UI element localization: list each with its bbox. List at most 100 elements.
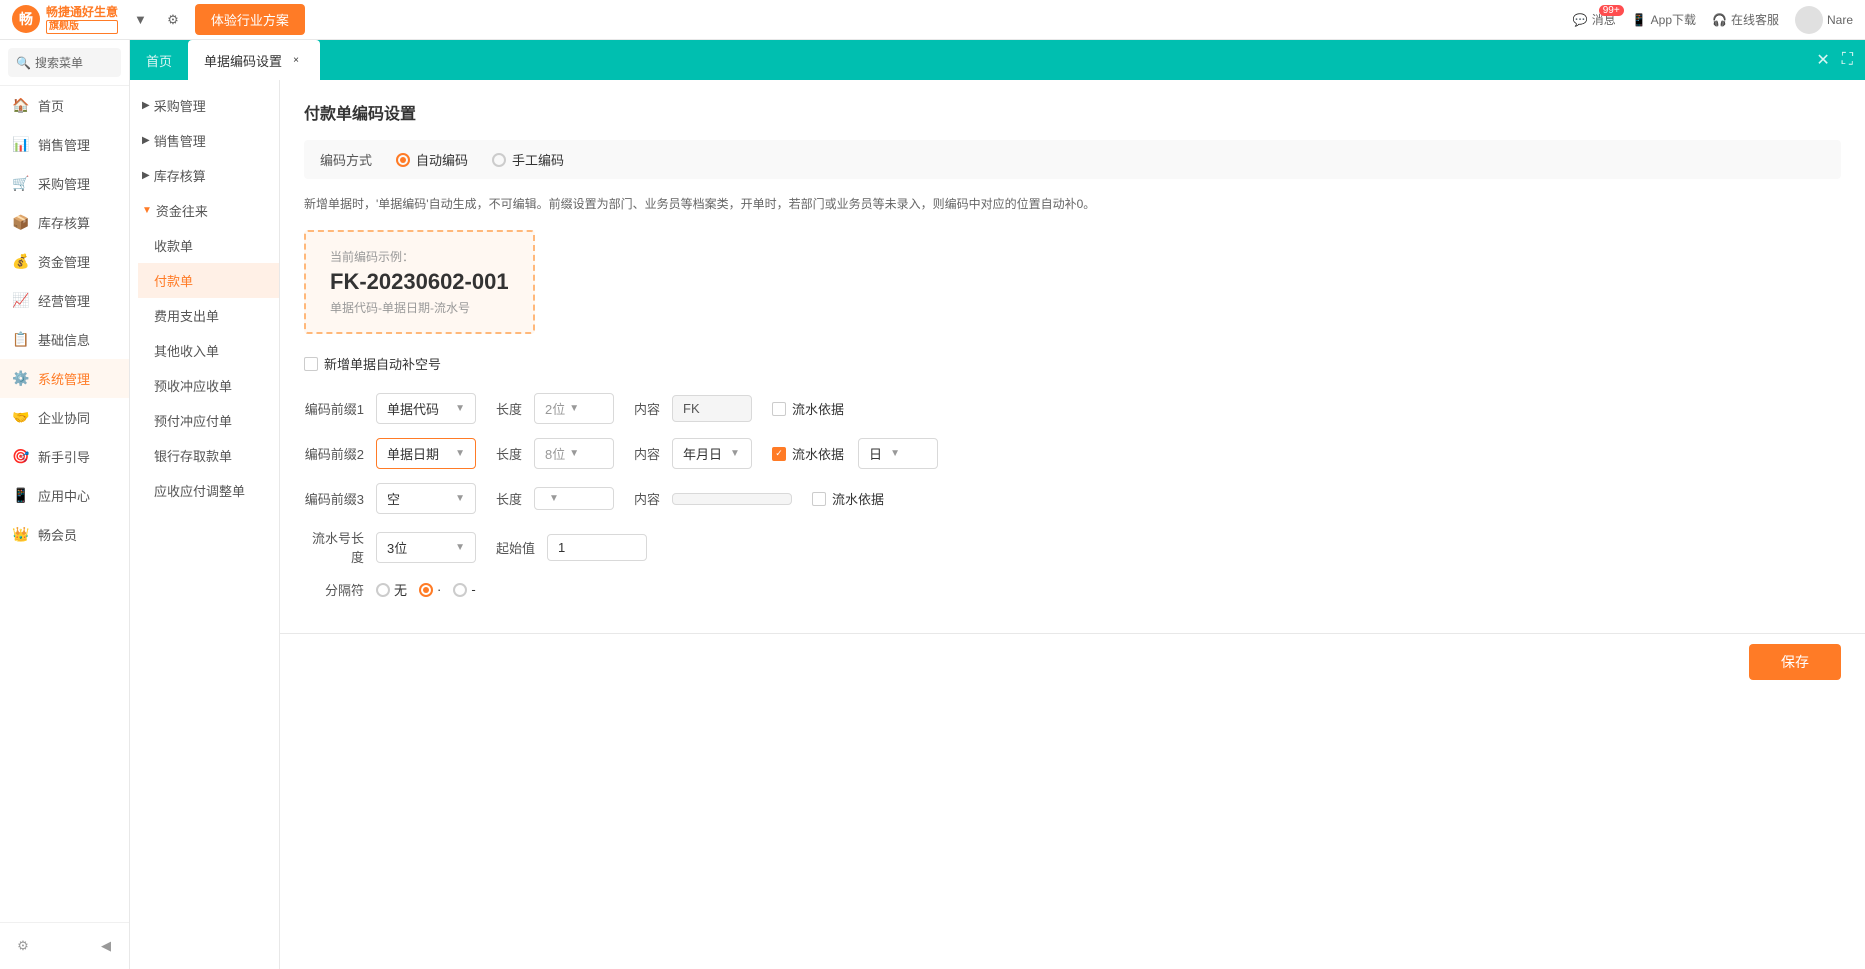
- sep-dot-radio: [419, 583, 433, 597]
- sec-nav-capital[interactable]: ▼ 资金往来: [130, 193, 279, 228]
- auto-code-radio-circle: [396, 153, 410, 167]
- prefix1-length-arrow: ▼: [569, 403, 579, 414]
- sidebar-item-enterprise[interactable]: 🤝 企业协同: [0, 398, 129, 437]
- app-logo: 畅 畅捷通好生意 旗舰版: [12, 5, 118, 33]
- logo-icon: 畅: [12, 5, 40, 33]
- prefix2-content-arrow: ▼: [730, 448, 740, 459]
- sec-nav-bank-deposit[interactable]: 银行存取款单: [138, 438, 279, 473]
- auto-fill-checkbox[interactable]: [304, 357, 318, 371]
- sidebar-item-sales[interactable]: 📊 销售管理: [0, 125, 129, 164]
- sec-nav-ar-ap[interactable]: 应收应付调整单: [138, 473, 279, 508]
- separator-label: 分隔符: [304, 580, 364, 599]
- sidebar-item-operations[interactable]: 📈 经营管理: [0, 281, 129, 320]
- prefix3-select[interactable]: 空 ▼: [376, 483, 476, 514]
- prefix3-stream-checkbox[interactable]: [812, 492, 826, 506]
- sep-dot-option[interactable]: ·: [419, 582, 441, 597]
- sep-none-option[interactable]: 无: [376, 580, 407, 599]
- prefix2-stream-checkbox[interactable]: ✓: [772, 447, 786, 461]
- sidebar-item-label: 库存核算: [38, 213, 90, 232]
- user-avatar: [1795, 6, 1823, 34]
- prefix3-arrow-icon: ▼: [455, 493, 465, 504]
- prefix2-length-arrow: ▼: [569, 448, 579, 459]
- prefix3-length-select[interactable]: ▼: [534, 487, 614, 510]
- guide-icon: 🎯: [12, 448, 30, 466]
- serial-start-value: 1: [558, 540, 565, 555]
- separator-row: 分隔符 无 · -: [304, 580, 1841, 599]
- prefix1-stream-checkbox[interactable]: [772, 402, 786, 416]
- message-item[interactable]: 💬 消息 99+: [1573, 11, 1616, 28]
- sep-none-label: 无: [394, 580, 407, 599]
- sidebar-item-purchase[interactable]: 🛒 采购管理: [0, 164, 129, 203]
- sep-none-radio: [376, 583, 390, 597]
- serial-start-input[interactable]: 1: [547, 534, 647, 561]
- collapse-btn[interactable]: ◀: [91, 931, 121, 961]
- app-download-item[interactable]: 📱 App下载: [1632, 11, 1696, 28]
- apps-icon: 📱: [12, 487, 30, 505]
- sec-nav-capital-children: 收款单 付款单 费用支出单 其他收入单 预收冲应收单 预付冲: [130, 228, 279, 508]
- prefix1-stream-area: 流水依据: [772, 399, 844, 418]
- logo-text: 畅捷通好生意 旗舰版: [46, 5, 118, 33]
- sidebar-item-guide[interactable]: 🎯 新手引导: [0, 437, 129, 476]
- manual-code-label: 手工编码: [512, 150, 564, 169]
- coding-method-row: 编码方式 自动编码 手工编码: [304, 140, 1841, 179]
- sec-nav-payment[interactable]: 付款单: [138, 263, 279, 298]
- search-menu-button[interactable]: 🔍 搜索菜单: [8, 48, 121, 77]
- sec-nav-expense[interactable]: 费用支出单: [138, 298, 279, 333]
- auto-code-label: 自动编码: [416, 150, 468, 169]
- prefix3-stream-area: 流水依据: [812, 489, 884, 508]
- sec-nav-other-income[interactable]: 其他收入单: [138, 333, 279, 368]
- prefix2-select[interactable]: 单据日期 ▼: [376, 438, 476, 469]
- prefix1-length-select[interactable]: 2位 ▼: [534, 393, 614, 424]
- online-service-item[interactable]: 🎧 在线客服: [1712, 11, 1779, 28]
- sec-nav-prepay-collect[interactable]: 预收冲应收单: [138, 368, 279, 403]
- tab-expand-btn[interactable]: ⛶: [1838, 47, 1857, 73]
- prefix1-length-val: 2位: [545, 399, 565, 418]
- tab-coding-settings[interactable]: 单据编码设置 ×: [188, 40, 320, 80]
- prefix1-stream-label: 流水依据: [792, 399, 844, 418]
- cta-button[interactable]: 体验行业方案: [195, 4, 305, 35]
- sec-nav-inventory[interactable]: ▶ 库存核算: [130, 158, 279, 193]
- serial-length-select[interactable]: 3位 ▼: [376, 532, 476, 563]
- tab-minimize-btn[interactable]: ✕: [1812, 46, 1833, 74]
- sidebar-item-basic[interactable]: 📋 基础信息: [0, 320, 129, 359]
- sidebar-item-member[interactable]: 👑 畅会员: [0, 515, 129, 554]
- sidebar-item-inventory[interactable]: 📦 库存核算: [0, 203, 129, 242]
- save-button[interactable]: 保存: [1749, 644, 1841, 680]
- sec-nav-sales[interactable]: ▶ 销售管理: [130, 123, 279, 158]
- prefix2-content-select[interactable]: 年月日 ▼: [672, 438, 752, 469]
- tab-close-icon[interactable]: ×: [288, 52, 304, 68]
- manual-code-radio[interactable]: 手工编码: [492, 150, 564, 169]
- prefix1-select[interactable]: 单据代码 ▼: [376, 393, 476, 424]
- sidebar-item-label: 企业协同: [38, 408, 90, 427]
- sec-nav-receipt[interactable]: 收款单: [138, 228, 279, 263]
- prefix3-stream-label: 流水依据: [832, 489, 884, 508]
- operations-icon: 📈: [12, 292, 30, 310]
- sidebar-item-finance[interactable]: 💰 资金管理: [0, 242, 129, 281]
- page-header: 付款单编码设置: [304, 100, 1841, 124]
- prefix2-content-label: 内容: [634, 444, 660, 463]
- sidebar-item-label: 新手引导: [38, 447, 90, 466]
- topbar-dropdown[interactable]: ▼: [126, 8, 155, 31]
- sidebar-item-apps[interactable]: 📱 应用中心: [0, 476, 129, 515]
- settings-bottom-btn[interactable]: ⚙: [8, 931, 38, 961]
- user-item[interactable]: Nare: [1795, 6, 1853, 34]
- prefix2-stream-select[interactable]: 日 ▼: [858, 438, 938, 469]
- sec-nav-purchase[interactable]: ▶ 采购管理: [130, 88, 279, 123]
- prefix2-length-select[interactable]: 8位 ▼: [534, 438, 614, 469]
- settings-icon[interactable]: ⚙: [159, 6, 187, 34]
- sidebar-item-home[interactable]: 🏠 首页: [0, 86, 129, 125]
- serial-length-value: 3位: [387, 538, 407, 557]
- sec-nav-purchase-label: 采购管理: [154, 96, 206, 115]
- sidebar-item-label: 系统管理: [38, 369, 90, 388]
- sidebar-item-label: 资金管理: [38, 252, 90, 271]
- chevron-right-icon: ▶: [142, 100, 150, 111]
- sidebar-item-system[interactable]: ⚙️ 系统管理: [0, 359, 129, 398]
- sidebar-nav: 🏠 首页 📊 销售管理 🛒 采购管理 📦 库存核算 💰 资金管理 📈 经: [0, 86, 129, 922]
- sec-nav-prepay-pay[interactable]: 预付冲应付单: [138, 403, 279, 438]
- sep-dash-option[interactable]: -: [453, 582, 475, 597]
- tab-home[interactable]: 首页: [130, 40, 188, 80]
- sidebar-search: 🔍 搜索菜单: [0, 40, 129, 86]
- sec-nav-sales-label: 销售管理: [154, 131, 206, 150]
- auto-code-radio[interactable]: 自动编码: [396, 150, 468, 169]
- sidebar-item-label: 应用中心: [38, 486, 90, 505]
